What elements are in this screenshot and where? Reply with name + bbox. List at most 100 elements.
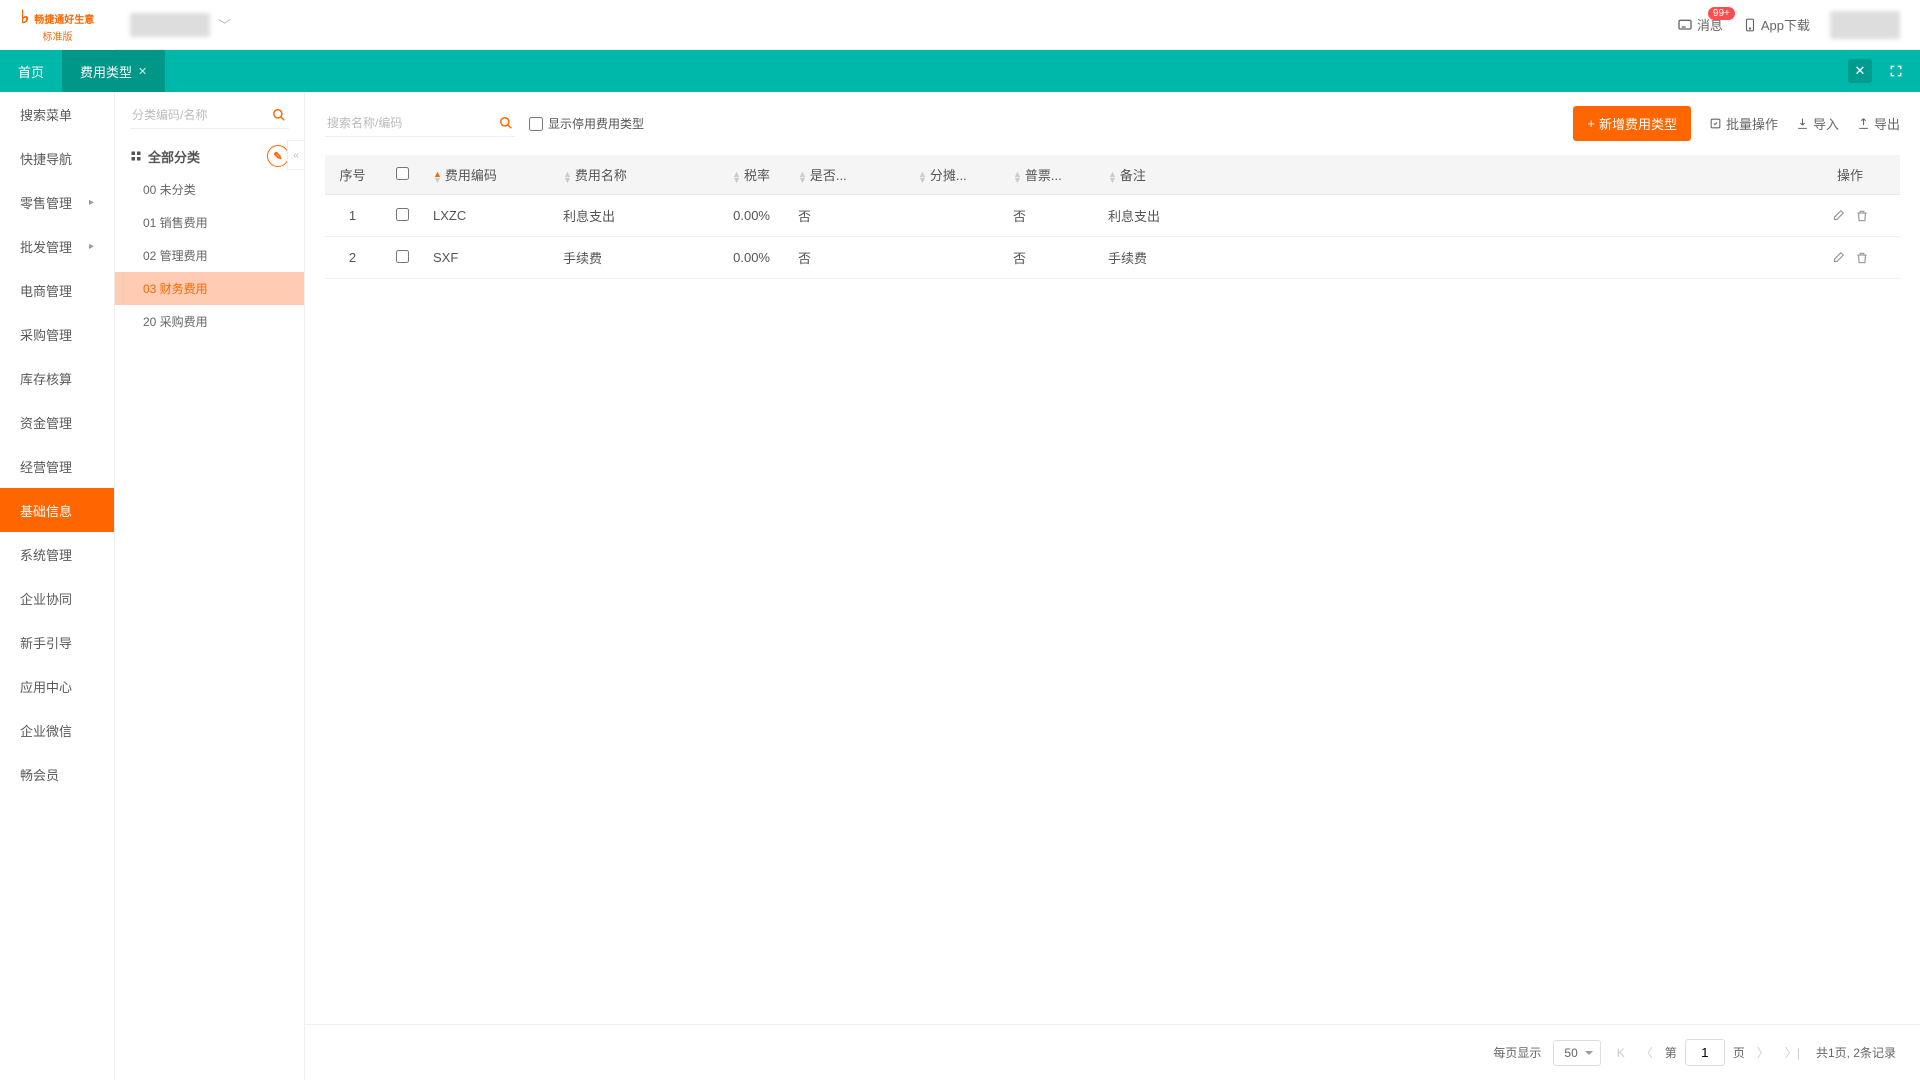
logo-icon: ♭ 畅捷通好生意 <box>21 7 95 28</box>
tab-fee-type[interactable]: 费用类型 ✕ <box>62 50 165 92</box>
th-pp[interactable]: ▲▼普票... <box>1005 155 1100 195</box>
cell-operation <box>1800 237 1900 279</box>
sidebar-item-14[interactable]: 企业微信 <box>0 708 114 752</box>
page-prefix: 第 <box>1665 1044 1677 1061</box>
category-item-1[interactable]: 01 销售费用 <box>115 206 304 239</box>
cell-name: 手续费 <box>555 237 710 279</box>
search-input[interactable] <box>325 110 515 137</box>
delete-row-button[interactable] <box>1855 251 1869 265</box>
sidebar-item-6[interactable]: 库存核算 <box>0 356 114 400</box>
edit-row-button[interactable] <box>1831 209 1845 223</box>
row-checkbox[interactable] <box>396 250 409 263</box>
sidebar-item-7[interactable]: 资金管理 <box>0 400 114 444</box>
fullscreen-icon <box>1889 64 1903 78</box>
batch-label: 批量操作 <box>1726 114 1778 133</box>
th-name[interactable]: ▲▼费用名称 <box>555 155 710 195</box>
first-page-button[interactable]: K <box>1613 1044 1629 1062</box>
show-disabled-input[interactable] <box>529 117 543 131</box>
th-rate[interactable]: ▲▼税率 <box>710 155 790 195</box>
category-item-0[interactable]: 00 未分类 <box>115 173 304 206</box>
collapse-panel-button[interactable]: « <box>287 140 305 170</box>
category-list: 00 未分类01 销售费用02 管理费用03 财务费用20 采购费用 <box>115 173 304 338</box>
sidebar-item-11[interactable]: 企业协同 <box>0 576 114 620</box>
main-layout: 搜索菜单快捷导航零售管理▸批发管理▸电商管理采购管理库存核算资金管理经营管理基础… <box>0 92 1920 1080</box>
sidebar-item-2[interactable]: 零售管理▸ <box>0 180 114 224</box>
export-label: 导出 <box>1874 114 1900 133</box>
sidebar-item-1[interactable]: 快捷导航 <box>0 136 114 180</box>
add-fee-type-button[interactable]: + 新增费用类型 <box>1573 106 1691 141</box>
left-sidebar: 搜索菜单快捷导航零售管理▸批发管理▸电商管理采购管理库存核算资金管理经营管理基础… <box>0 92 115 1080</box>
cell-rate: 0.00% <box>710 195 790 237</box>
tab-close-icon[interactable]: ✕ <box>138 65 147 78</box>
category-search-input[interactable] <box>130 102 289 129</box>
messages-badge: 99+ <box>1708 7 1735 20</box>
show-disabled-label: 显示停用费用类型 <box>548 115 644 132</box>
tab-home[interactable]: 首页 <box>0 50 62 92</box>
edit-row-button[interactable] <box>1831 251 1845 265</box>
page-input[interactable] <box>1685 1039 1725 1066</box>
tab-close-all-button[interactable]: ✕ <box>1848 59 1872 83</box>
sidebar-item-13[interactable]: 应用中心 <box>0 664 114 708</box>
th-checkbox[interactable] <box>380 155 425 195</box>
import-button[interactable]: 导入 <box>1796 114 1839 133</box>
th-sf[interactable]: ▲▼是否... <box>790 155 910 195</box>
show-disabled-checkbox[interactable]: 显示停用费用类型 <box>529 115 644 132</box>
per-page-select[interactable]: 50 <box>1553 1040 1600 1066</box>
sidebar-item-0[interactable]: 搜索菜单 <box>0 92 114 136</box>
sidebar-item-9[interactable]: 基础信息 <box>0 488 114 532</box>
search-icon[interactable] <box>272 108 286 122</box>
cell-code: LXZC <box>425 195 555 237</box>
cell-checkbox <box>380 237 425 279</box>
content-area: 显示停用费用类型 + 新增费用类型 批量操作 导入 <box>305 92 1920 1080</box>
delete-row-button[interactable] <box>1855 209 1869 223</box>
plus-icon: + <box>1587 116 1595 131</box>
per-page-label: 每页显示 <box>1493 1044 1541 1061</box>
sidebar-item-10[interactable]: 系统管理 <box>0 532 114 576</box>
pagination: 每页显示 50 K 〈 第 页 〉 〉| 共1页, 2条记录 <box>305 1024 1920 1080</box>
th-code[interactable]: ▲▼费用编码 <box>425 155 555 195</box>
batch-action-button[interactable]: 批量操作 <box>1709 114 1778 133</box>
table-container: 序号 ▲▼费用编码 ▲▼费用名称 ▲▼税率 ▲▼是否... ▲▼分摊... ▲▼… <box>305 155 1920 1024</box>
category-item-4[interactable]: 20 采购费用 <box>115 305 304 338</box>
last-page-button[interactable]: 〉| <box>1781 1042 1804 1063</box>
table-row: 1LXZC利息支出0.00%否否利息支出 <box>325 195 1900 237</box>
category-panel: « 全部分类 ✎ 00 未分类01 销售费用02 管理费用03 财务费用20 采… <box>115 92 305 1080</box>
select-all-checkbox[interactable] <box>396 167 409 180</box>
row-checkbox[interactable] <box>396 208 409 221</box>
sidebar-item-12[interactable]: 新手引导 <box>0 620 114 664</box>
sidebar-item-label: 采购管理 <box>20 325 72 344</box>
sidebar-item-4[interactable]: 电商管理 <box>0 268 114 312</box>
sidebar-item-5[interactable]: 采购管理 <box>0 312 114 356</box>
page-suffix: 页 <box>1733 1044 1745 1061</box>
cell-seq: 2 <box>325 237 380 279</box>
tab-fee-type-label: 费用类型 <box>80 62 132 81</box>
category-item-3[interactable]: 03 财务费用 <box>115 272 304 305</box>
cell-seq: 1 <box>325 195 380 237</box>
sidebar-item-15[interactable]: 畅会员 <box>0 752 114 796</box>
fullscreen-button[interactable] <box>1884 59 1908 83</box>
user-avatar[interactable] <box>1830 11 1900 39</box>
sidebar-item-8[interactable]: 经营管理 <box>0 444 114 488</box>
sidebar-item-label: 资金管理 <box>20 413 72 432</box>
sidebar-item-3[interactable]: 批发管理▸ <box>0 224 114 268</box>
category-edit-button[interactable]: ✎ <box>267 145 289 167</box>
cell-rate: 0.00% <box>710 237 790 279</box>
category-item-2[interactable]: 02 管理费用 <box>115 239 304 272</box>
sidebar-item-label: 新手引导 <box>20 633 72 652</box>
th-remark[interactable]: ▲▼备注 <box>1100 155 1800 195</box>
messages-button[interactable]: 消息 99+ <box>1677 15 1723 34</box>
tab-bar-actions: ✕ <box>1848 59 1908 83</box>
sidebar-item-label: 企业协同 <box>20 589 72 608</box>
prev-page-button[interactable]: 〈 <box>1637 1042 1657 1063</box>
app-download-button[interactable]: App下载 <box>1743 15 1810 34</box>
cell-sf: 否 <box>790 195 910 237</box>
next-page-button[interactable]: 〉 <box>1753 1042 1773 1063</box>
company-selector[interactable]: ﹀ <box>130 8 231 42</box>
sidebar-item-label: 快捷导航 <box>20 149 72 168</box>
th-ft[interactable]: ▲▼分摊... <box>910 155 1005 195</box>
export-button[interactable]: 导出 <box>1857 114 1900 133</box>
cell-pp: 否 <box>1005 237 1100 279</box>
th-seq[interactable]: 序号 <box>325 155 380 195</box>
search-icon[interactable] <box>499 116 513 130</box>
category-all[interactable]: 全部分类 ✎ <box>115 139 304 173</box>
